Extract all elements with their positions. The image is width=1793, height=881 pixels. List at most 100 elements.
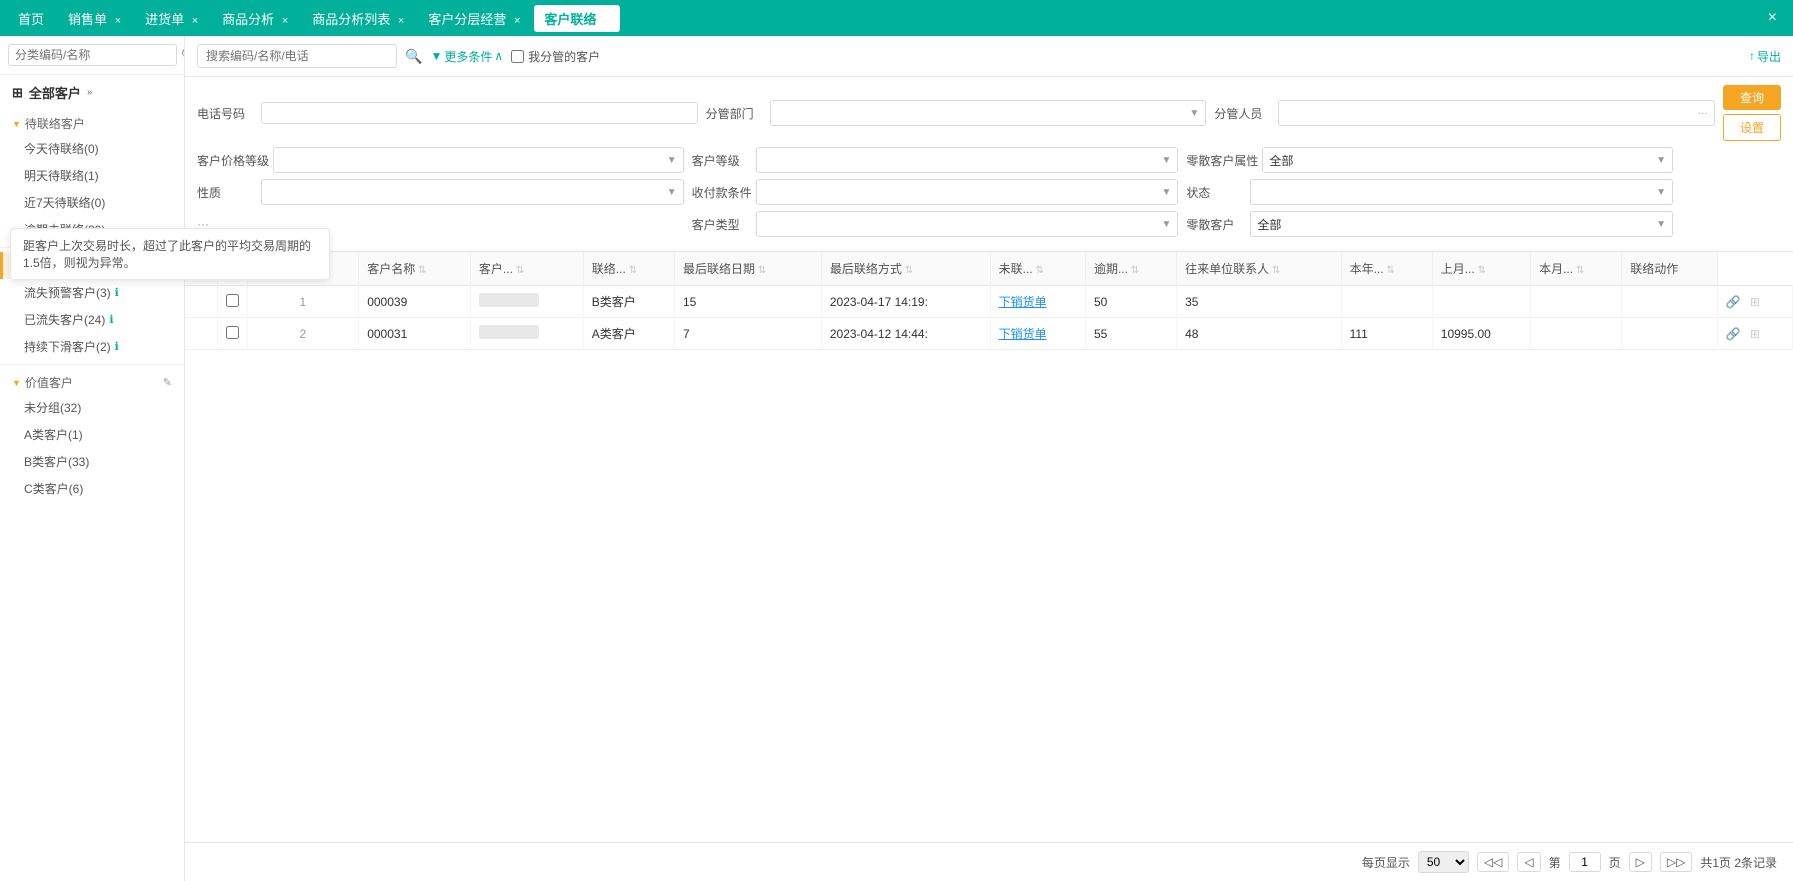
grid-icon: ⊞ [12,85,23,101]
row-type: A类客户 [583,318,674,350]
close-all-tabs[interactable]: × [1760,9,1785,27]
contact-method-link[interactable]: 下销货单 [999,295,1047,309]
nav-close-analysis-list[interactable]: × [398,15,404,27]
row-select-checkbox[interactable] [226,294,239,307]
payment-arrow: ▼ [1161,187,1171,198]
nav-item-purchase[interactable]: 进货单 × [135,5,208,32]
query-button[interactable]: 查询 [1723,85,1781,110]
page-input[interactable] [1569,852,1601,872]
sidebar-item-tomorrow[interactable]: 明天待联络(1) [0,162,184,189]
sidebar-item-today[interactable]: 今天待联络(0) [0,135,184,162]
customer-level-select[interactable]: ▼ [756,147,1179,173]
phone-input[interactable] [261,102,698,124]
nav-item-customer-tier[interactable]: 客户分层经营 × [418,5,530,32]
col-this-month[interactable]: 本月... [1531,252,1622,286]
link-action-icon[interactable]: 🔗 [1726,295,1741,309]
collapse-icon[interactable]: » [87,87,93,98]
row-checkbox [217,286,247,318]
filter-manager: 分管人员 ··· [1214,100,1715,126]
scatter-attr-arrow: ▼ [1656,155,1666,166]
sidebar-item-churned[interactable]: 已流失客户(24) ℹ [0,306,184,333]
sidebar-item-churn-warning[interactable]: 流失预警客户(3) ℹ [0,279,184,306]
manager-select[interactable]: ··· [1278,100,1715,126]
info-icon-churned[interactable]: ℹ [109,313,113,326]
status-label: 状态 [1186,184,1246,201]
nav-close-customer-tier[interactable]: × [514,15,520,27]
sidebar-item-7days[interactable]: 近7天待联络(0) [0,189,184,216]
col-last-month[interactable]: 上月... [1432,252,1530,286]
nav-item-customer-contact[interactable]: 客户联络 × [534,5,620,32]
contact-method-link[interactable]: 下销货单 [999,327,1047,341]
dept-arrow: ▼ [1189,108,1199,119]
status-select[interactable]: ▼ [1250,179,1673,205]
nav-item-analysis[interactable]: 商品分析 × [212,5,298,32]
expand-icon[interactable]: ▼ [12,119,21,129]
grid-action-icon[interactable]: ⊞ [1750,327,1760,341]
row-uncontacted: 55 [1085,318,1176,350]
sidebar-item-c-class[interactable]: C类客户(6) [0,475,184,502]
nav-close-customer-contact[interactable]: × [604,15,610,27]
last-page-button[interactable]: ▷▷ [1660,852,1692,872]
sidebar-item-ungrouped[interactable]: 未分组(32) [0,394,184,421]
sidebar-item-b-class[interactable]: B类客户(33) [0,448,184,475]
next-page-button[interactable]: ▷ [1629,852,1652,872]
scatter-attr-label: 零散客户属性 [1186,152,1258,169]
manager-arrow: ··· [1698,108,1708,119]
first-page-button[interactable]: ◁◁ [1477,852,1509,872]
row-name [470,286,583,318]
col-type[interactable]: 客户... [470,252,583,286]
price-level-select[interactable]: ▼ [273,147,684,173]
settings-button[interactable]: 设置 [1723,114,1781,141]
col-this-year[interactable]: 本年... [1341,252,1432,286]
col-name[interactable]: 客户名称 [359,252,471,286]
customer-type-select[interactable]: ▼ [756,211,1179,237]
row-type: B类客户 [583,286,674,318]
row-select-checkbox[interactable] [226,326,239,339]
dept-select[interactable]: ▼ [770,100,1207,126]
page-size-select[interactable]: 50 10 20 100 [1418,851,1469,873]
link-action-icon[interactable]: 🔗 [1726,327,1741,341]
nav-close-sales[interactable]: × [115,15,121,27]
sidebar-item-declining[interactable]: 持续下滑客户(2) ℹ [0,333,184,360]
scatter-select[interactable]: 全部 ▼ [1250,211,1673,237]
col-uncontacted[interactable]: 未联... [990,252,1085,286]
scatter-value: 全部 [1257,216,1281,233]
top-nav: 首页 销售单 × 进货单 × 商品分析 × 商品分析列表 × 客户分层经营 × … [0,0,1793,36]
my-customers-checkbox[interactable] [511,50,524,63]
more-conditions-button[interactable]: ▼ 更多条件 ∧ [430,48,503,65]
pending-contact-group: ▼ 待联络客户 [0,110,184,135]
scatter-attr-select[interactable]: 全部 ▼ [1262,147,1673,173]
col-overdue[interactable]: 逾期... [1085,252,1176,286]
info-icon-churn-warning[interactable]: ℹ [115,286,119,299]
col-contact-count[interactable]: 联络... [583,252,674,286]
value-group-edit-icon[interactable]: ✎ [163,376,172,389]
customer-search-input[interactable] [197,44,397,68]
col-last-contact-method[interactable]: 最后联络方式 [821,252,990,286]
row-uncontacted: 50 [1085,286,1176,318]
col-last-contact-date[interactable]: 最后联络日期 [674,252,821,286]
export-button[interactable]: ↑ 导出 [1749,48,1781,65]
row-overdue: 35 [1177,286,1341,318]
value-expand-icon[interactable]: ▼ [12,378,21,388]
col-contact-person[interactable]: 往来单位联系人 [1177,252,1341,286]
page-end-label: 页 [1609,854,1621,871]
prev-page-button[interactable]: ◁ [1517,852,1540,872]
nature-arrow: ▼ [667,187,677,198]
grid-action-icon[interactable]: ⊞ [1750,295,1760,309]
nature-select[interactable]: ▼ [261,179,684,205]
category-search-input[interactable] [8,44,177,66]
sidebar-item-a-class[interactable]: A类客户(1) [0,421,184,448]
payment-label: 收付款条件 [692,184,752,201]
customer-level-label: 客户等级 [692,152,752,169]
nav-item-home[interactable]: 首页 [8,5,54,32]
row-settings [185,286,217,318]
all-customers-header: ⊞ 全部客户 » [0,75,184,110]
nav-item-analysis-list[interactable]: 商品分析列表 × [302,5,414,32]
search-button[interactable]: 🔍 [405,48,422,65]
action-buttons: 查询 设置 [1723,85,1781,141]
nav-close-analysis[interactable]: × [282,15,288,27]
nav-close-purchase[interactable]: × [192,15,198,27]
info-icon-declining[interactable]: ℹ [115,340,119,353]
payment-select[interactable]: ▼ [756,179,1179,205]
nav-item-sales[interactable]: 销售单 × [58,5,131,32]
